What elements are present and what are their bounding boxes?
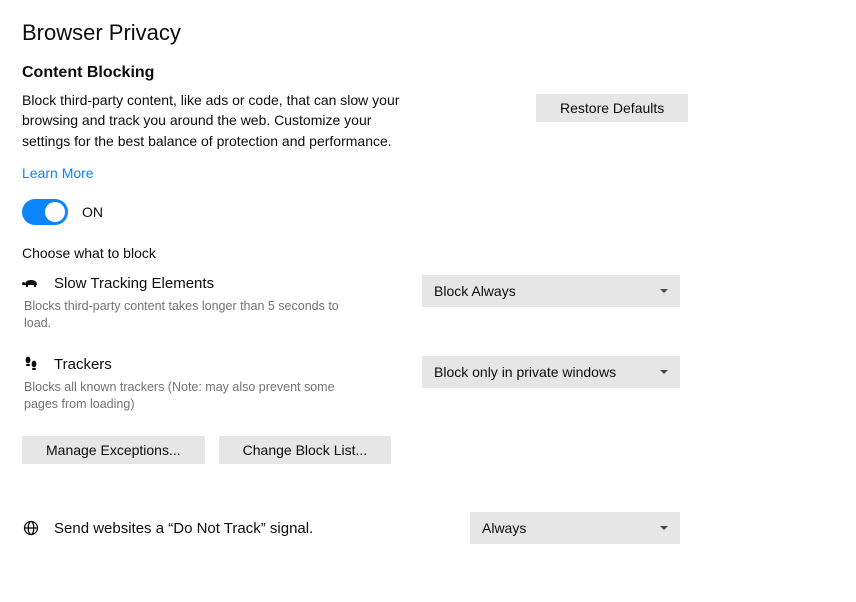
toggle-state-label: ON xyxy=(82,204,103,220)
chevron-down-icon xyxy=(660,370,668,374)
content-blocking-toggle[interactable] xyxy=(22,199,68,225)
slow-tracking-sublabel: Blocks third-party content takes longer … xyxy=(24,298,364,332)
trackers-select[interactable]: Block only in private windows xyxy=(422,356,680,388)
slow-tracking-select-value: Block Always xyxy=(434,283,516,299)
content-blocking-description: Block third-party content, like ads or c… xyxy=(22,90,406,151)
content-blocking-heading: Content Blocking xyxy=(22,64,834,82)
manage-exceptions-button[interactable]: Manage Exceptions... xyxy=(22,436,205,464)
learn-more-link[interactable]: Learn More xyxy=(22,165,94,181)
footprints-icon xyxy=(22,356,40,372)
dnt-label: Send websites a “Do Not Track” signal. xyxy=(54,520,313,537)
chevron-down-icon xyxy=(660,526,668,530)
chevron-down-icon xyxy=(660,289,668,293)
trackers-label: Trackers xyxy=(54,356,112,373)
globe-icon xyxy=(22,520,40,536)
slow-tracking-label: Slow Tracking Elements xyxy=(54,275,214,292)
turtle-icon xyxy=(22,277,40,289)
slow-tracking-select[interactable]: Block Always xyxy=(422,275,680,307)
change-block-list-button[interactable]: Change Block List... xyxy=(219,436,392,464)
choose-what-to-block-label: Choose what to block xyxy=(22,245,834,261)
restore-defaults-button[interactable]: Restore Defaults xyxy=(536,94,688,122)
toggle-knob xyxy=(45,202,65,222)
page-title: Browser Privacy xyxy=(22,20,834,46)
dnt-select[interactable]: Always xyxy=(470,512,680,544)
dnt-select-value: Always xyxy=(482,520,526,536)
trackers-select-value: Block only in private windows xyxy=(434,364,616,380)
trackers-sublabel: Blocks all known trackers (Note: may als… xyxy=(24,379,364,413)
